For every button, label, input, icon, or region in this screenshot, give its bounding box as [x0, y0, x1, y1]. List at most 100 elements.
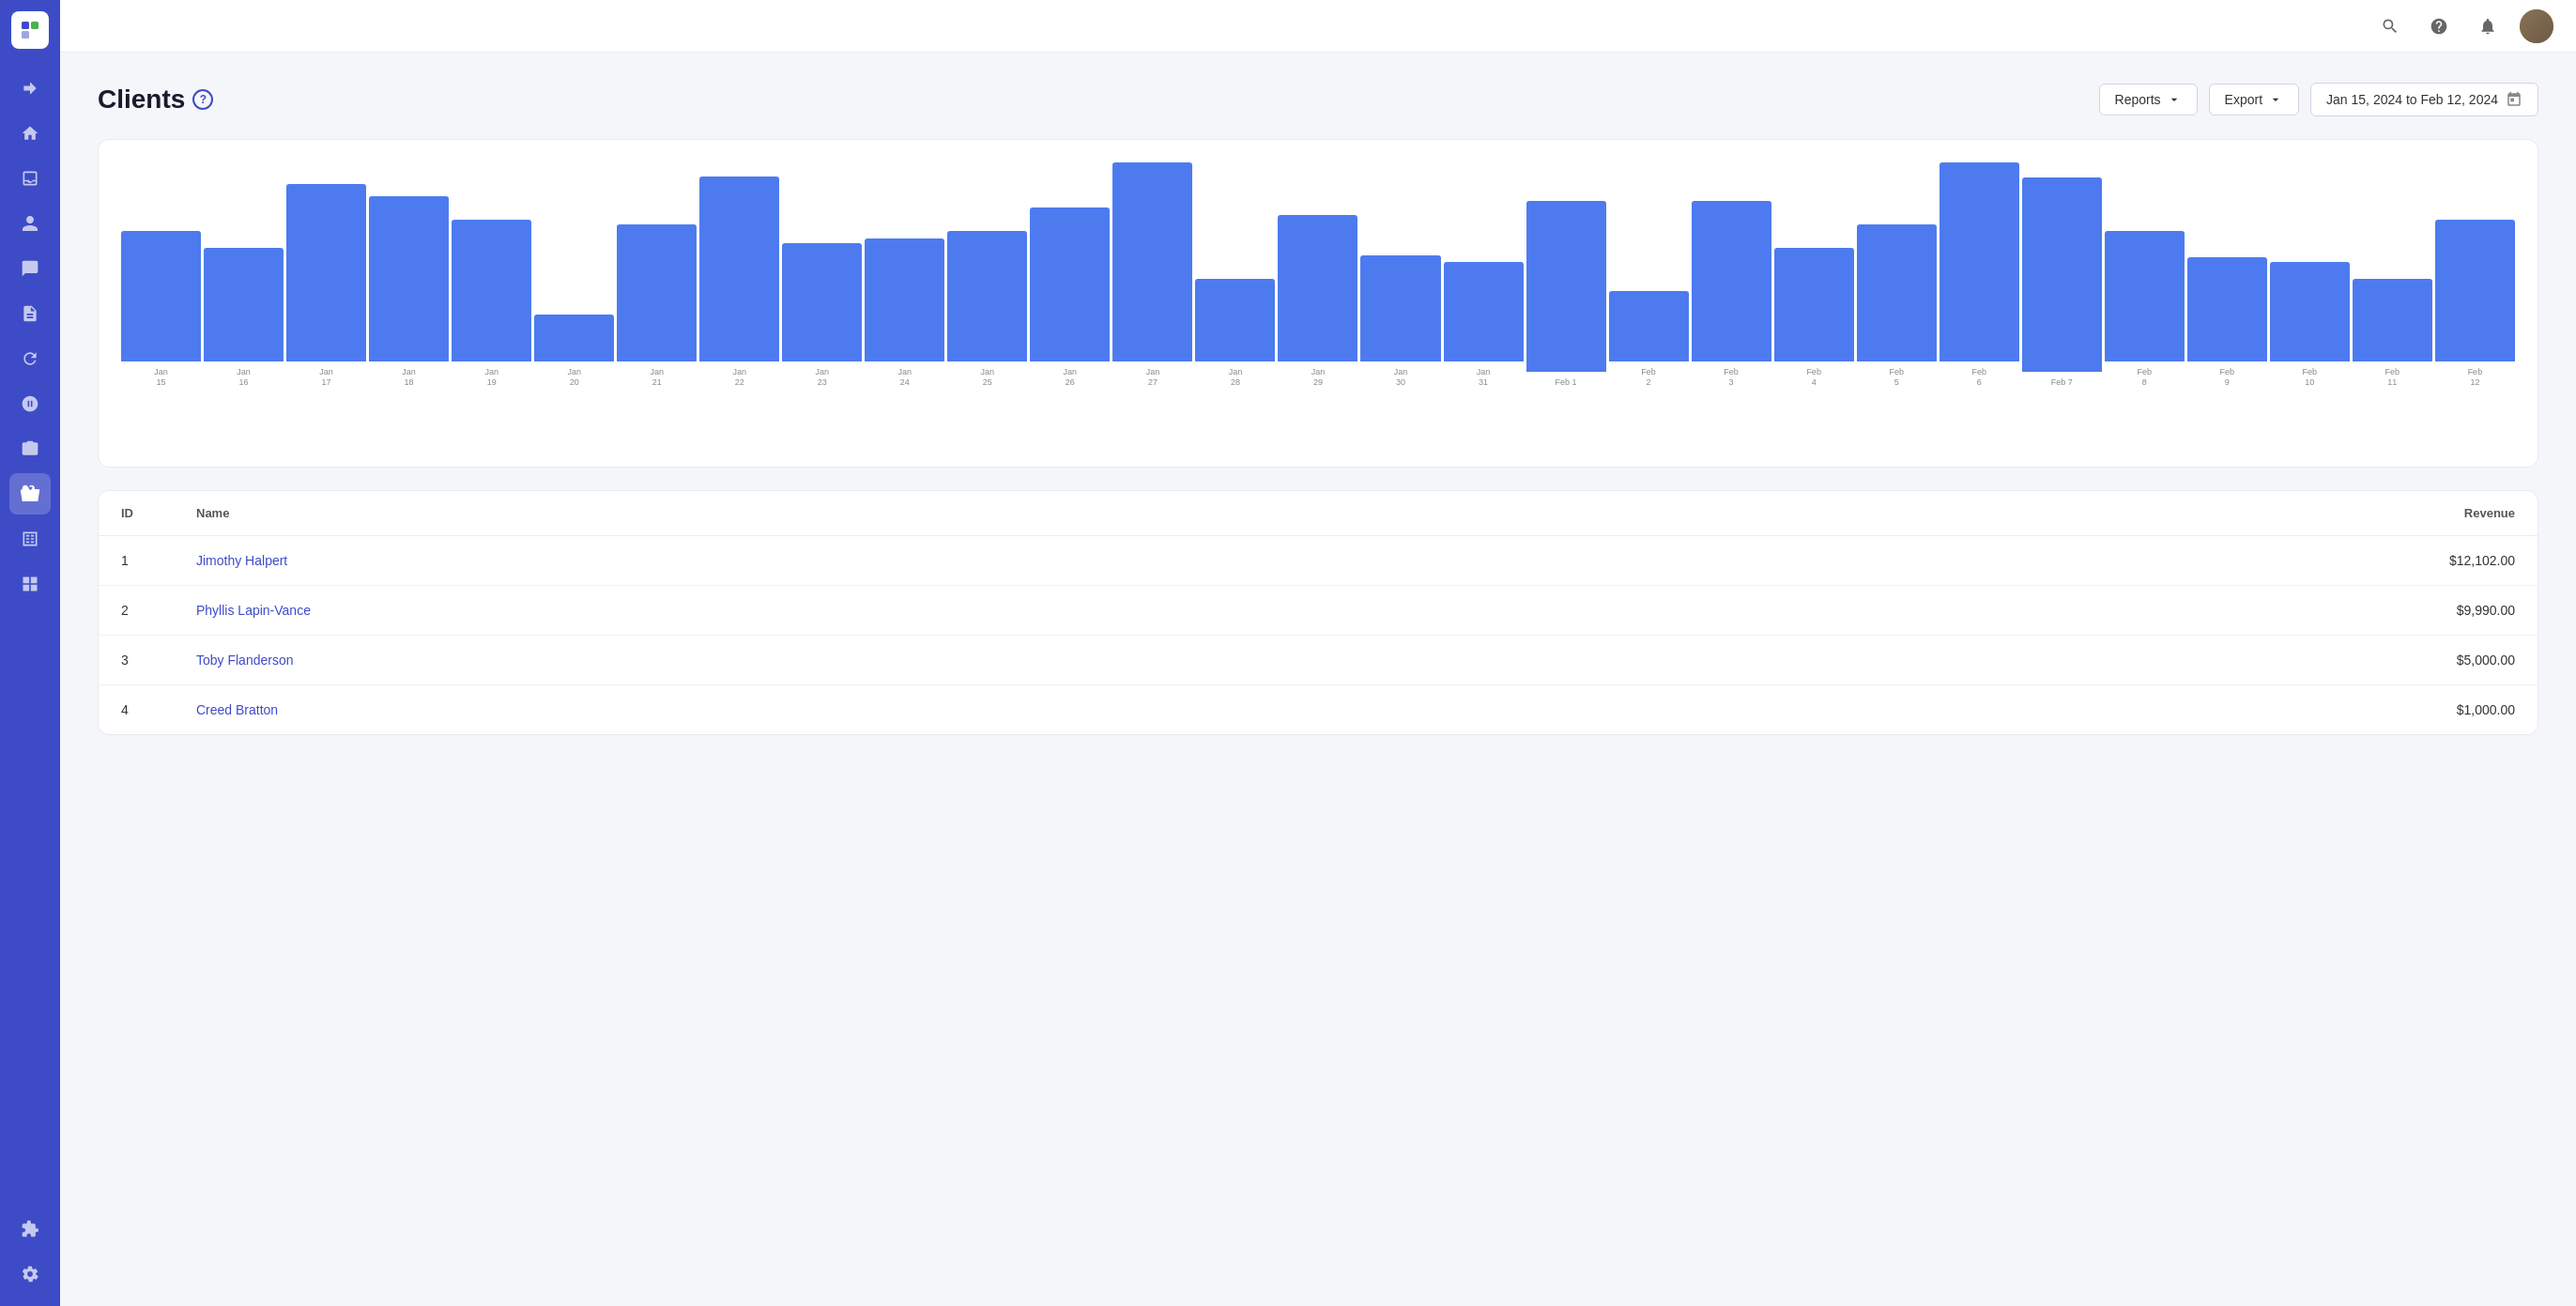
bar[interactable]	[121, 231, 201, 361]
bar-label: Feb3	[1724, 367, 1739, 388]
table-row[interactable]: 1 Jimothy Halpert $12,102.00	[99, 536, 2538, 586]
bar[interactable]	[204, 248, 284, 361]
bar-group[interactable]: Jan20	[534, 162, 614, 388]
bar-group[interactable]: Jan25	[947, 162, 1027, 388]
bar[interactable]	[865, 238, 944, 361]
bar-group[interactable]: Jan29	[1278, 162, 1357, 388]
cell-name[interactable]: Jimothy Halpert	[196, 553, 2365, 568]
bar-group[interactable]: Feb9	[2187, 162, 2267, 388]
avatar-image	[2520, 9, 2553, 43]
bar[interactable]	[534, 315, 614, 362]
search-icon-btn[interactable]	[2373, 9, 2407, 43]
bar-label: Feb 7	[2051, 377, 2073, 388]
bar[interactable]	[617, 224, 697, 362]
bar-group[interactable]: Feb11	[2353, 162, 2432, 388]
sidebar-item-home[interactable]	[9, 113, 51, 154]
bar[interactable]	[2022, 177, 2102, 372]
bar[interactable]	[2270, 262, 2350, 361]
sidebar-item-inbox[interactable]	[9, 158, 51, 199]
bar[interactable]	[2435, 220, 2515, 362]
bar[interactable]	[1940, 162, 2019, 361]
sidebar-item-forward[interactable]	[9, 68, 51, 109]
bar-group[interactable]: Jan17	[286, 162, 366, 388]
date-range-picker[interactable]: Jan 15, 2024 to Feb 12, 2024	[2310, 83, 2538, 116]
bar-group[interactable]: Feb 7	[2022, 162, 2102, 388]
bar[interactable]	[1444, 262, 1524, 361]
bar-group[interactable]: Jan27	[1112, 162, 1192, 388]
help-badge[interactable]: ?	[192, 89, 213, 110]
bar-group[interactable]: Jan22	[699, 162, 779, 388]
bar[interactable]	[1112, 162, 1192, 361]
bar[interactable]	[1360, 255, 1440, 362]
bar-group[interactable]: Feb 1	[1526, 162, 1606, 388]
sidebar-item-document[interactable]	[9, 293, 51, 334]
sidebar-item-plugin[interactable]	[9, 1208, 51, 1250]
sidebar-item-grid[interactable]	[9, 563, 51, 605]
bar[interactable]	[2187, 257, 2267, 361]
bar[interactable]	[1609, 291, 1689, 362]
bar-group[interactable]: Feb6	[1940, 162, 2019, 388]
cell-revenue: $12,102.00	[2365, 553, 2515, 568]
bar[interactable]	[1692, 201, 1771, 362]
reports-dropdown[interactable]: Reports	[2099, 84, 2198, 115]
bar-group[interactable]: Jan18	[369, 162, 449, 388]
table-header: ID Name Revenue	[99, 491, 2538, 536]
notifications-icon-btn[interactable]	[2471, 9, 2505, 43]
table-row[interactable]: 4 Creed Bratton $1,000.00	[99, 685, 2538, 734]
bar-group[interactable]: Feb8	[2105, 162, 2185, 388]
bar[interactable]	[782, 243, 862, 361]
cell-name[interactable]: Creed Bratton	[196, 702, 2365, 717]
bar-group[interactable]: Jan15	[121, 162, 201, 388]
bar-group[interactable]: Jan30	[1360, 162, 1440, 388]
bar[interactable]	[369, 196, 449, 362]
bar[interactable]	[1278, 215, 1357, 362]
sidebar-item-refresh[interactable]	[9, 338, 51, 379]
bar-group[interactable]: Jan26	[1030, 162, 1110, 388]
bar[interactable]	[1774, 248, 1854, 361]
bar-group[interactable]: Feb4	[1774, 162, 1854, 388]
bar-group[interactable]: Jan19	[452, 162, 531, 388]
bar-label: Feb11	[2385, 367, 2400, 388]
bar[interactable]	[2353, 279, 2432, 361]
table-row[interactable]: 2 Phyllis Lapin-Vance $9,990.00	[99, 586, 2538, 636]
sidebar-item-contacts[interactable]	[9, 203, 51, 244]
bar-group[interactable]: Jan23	[782, 162, 862, 388]
cell-name[interactable]: Phyllis Lapin-Vance	[196, 603, 2365, 618]
bar-group[interactable]: Feb10	[2270, 162, 2350, 388]
sidebar-item-clients[interactable]	[9, 473, 51, 515]
bar[interactable]	[286, 184, 366, 361]
bar[interactable]	[452, 220, 531, 362]
sidebar-item-table[interactable]	[9, 518, 51, 560]
avatar[interactable]	[2520, 9, 2553, 43]
sidebar-item-integrations[interactable]	[9, 383, 51, 424]
bar[interactable]	[1526, 201, 1606, 372]
bar[interactable]	[1857, 224, 1937, 362]
app-logo[interactable]	[11, 11, 49, 49]
export-dropdown[interactable]: Export	[2209, 84, 2299, 115]
bar[interactable]	[1195, 279, 1275, 361]
chevron-down-icon-2	[2268, 92, 2283, 107]
bar[interactable]	[947, 231, 1027, 361]
bar-group[interactable]: Feb2	[1609, 162, 1689, 388]
table-row[interactable]: 3 Toby Flanderson $5,000.00	[99, 636, 2538, 685]
help-icon-btn[interactable]	[2422, 9, 2456, 43]
bar-group[interactable]: Feb5	[1857, 162, 1937, 388]
bar-group[interactable]: Jan21	[617, 162, 697, 388]
bar-label: Jan23	[816, 367, 830, 388]
bar-label: Jan15	[154, 367, 168, 388]
bar-group[interactable]: Feb12	[2435, 162, 2515, 388]
sidebar-item-chat[interactable]	[9, 248, 51, 289]
bar[interactable]	[1030, 207, 1110, 361]
bar-group[interactable]: Feb3	[1692, 162, 1771, 388]
bar[interactable]	[2105, 231, 2185, 361]
sidebar-item-deals[interactable]	[9, 428, 51, 469]
export-label: Export	[2225, 92, 2262, 107]
bar-label: Jan24	[898, 367, 912, 388]
bar-group[interactable]: Jan16	[204, 162, 284, 388]
bar-group[interactable]: Jan31	[1444, 162, 1524, 388]
bar-group[interactable]: Jan28	[1195, 162, 1275, 388]
bar[interactable]	[699, 177, 779, 361]
bar-group[interactable]: Jan24	[865, 162, 944, 388]
sidebar-item-settings[interactable]	[9, 1253, 51, 1295]
cell-name[interactable]: Toby Flanderson	[196, 653, 2365, 668]
